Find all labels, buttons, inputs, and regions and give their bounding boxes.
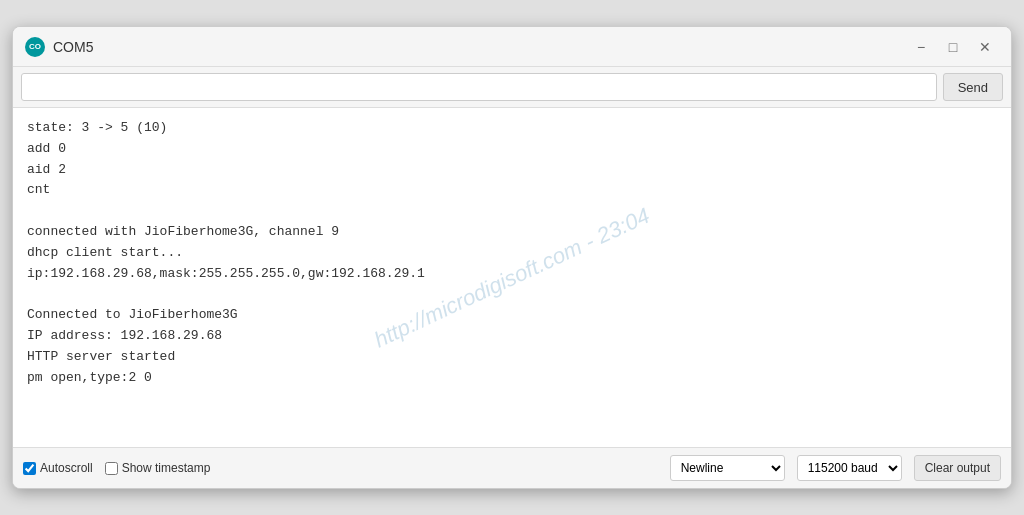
serial-input[interactable]: [21, 73, 937, 101]
app-icon: CO: [25, 37, 45, 57]
window-controls: − □ ✕: [907, 33, 999, 61]
newline-select[interactable]: Newline No line ending Carriage return B…: [670, 455, 785, 481]
clear-output-button[interactable]: Clear output: [914, 455, 1001, 481]
close-button[interactable]: ✕: [971, 33, 999, 61]
autoscroll-label[interactable]: Autoscroll: [23, 461, 93, 475]
timestamp-label[interactable]: Show timestamp: [105, 461, 211, 475]
send-button[interactable]: Send: [943, 73, 1003, 101]
autoscroll-checkbox[interactable]: [23, 462, 36, 475]
main-window: CO COM5 − □ ✕ Send state: 3 -> 5 (10) ad…: [12, 26, 1012, 489]
baud-rate-select[interactable]: 300 baud 1200 baud 2400 baud 4800 baud 9…: [797, 455, 902, 481]
minimize-button[interactable]: −: [907, 33, 935, 61]
maximize-button[interactable]: □: [939, 33, 967, 61]
window-title: COM5: [53, 39, 907, 55]
status-bar: Autoscroll Show timestamp Newline No lin…: [13, 448, 1011, 488]
input-bar: Send: [13, 67, 1011, 108]
output-text: state: 3 -> 5 (10) add 0 aid 2 cnt conne…: [27, 118, 997, 388]
output-area: state: 3 -> 5 (10) add 0 aid 2 cnt conne…: [13, 108, 1011, 448]
timestamp-checkbox[interactable]: [105, 462, 118, 475]
title-bar: CO COM5 − □ ✕: [13, 27, 1011, 67]
